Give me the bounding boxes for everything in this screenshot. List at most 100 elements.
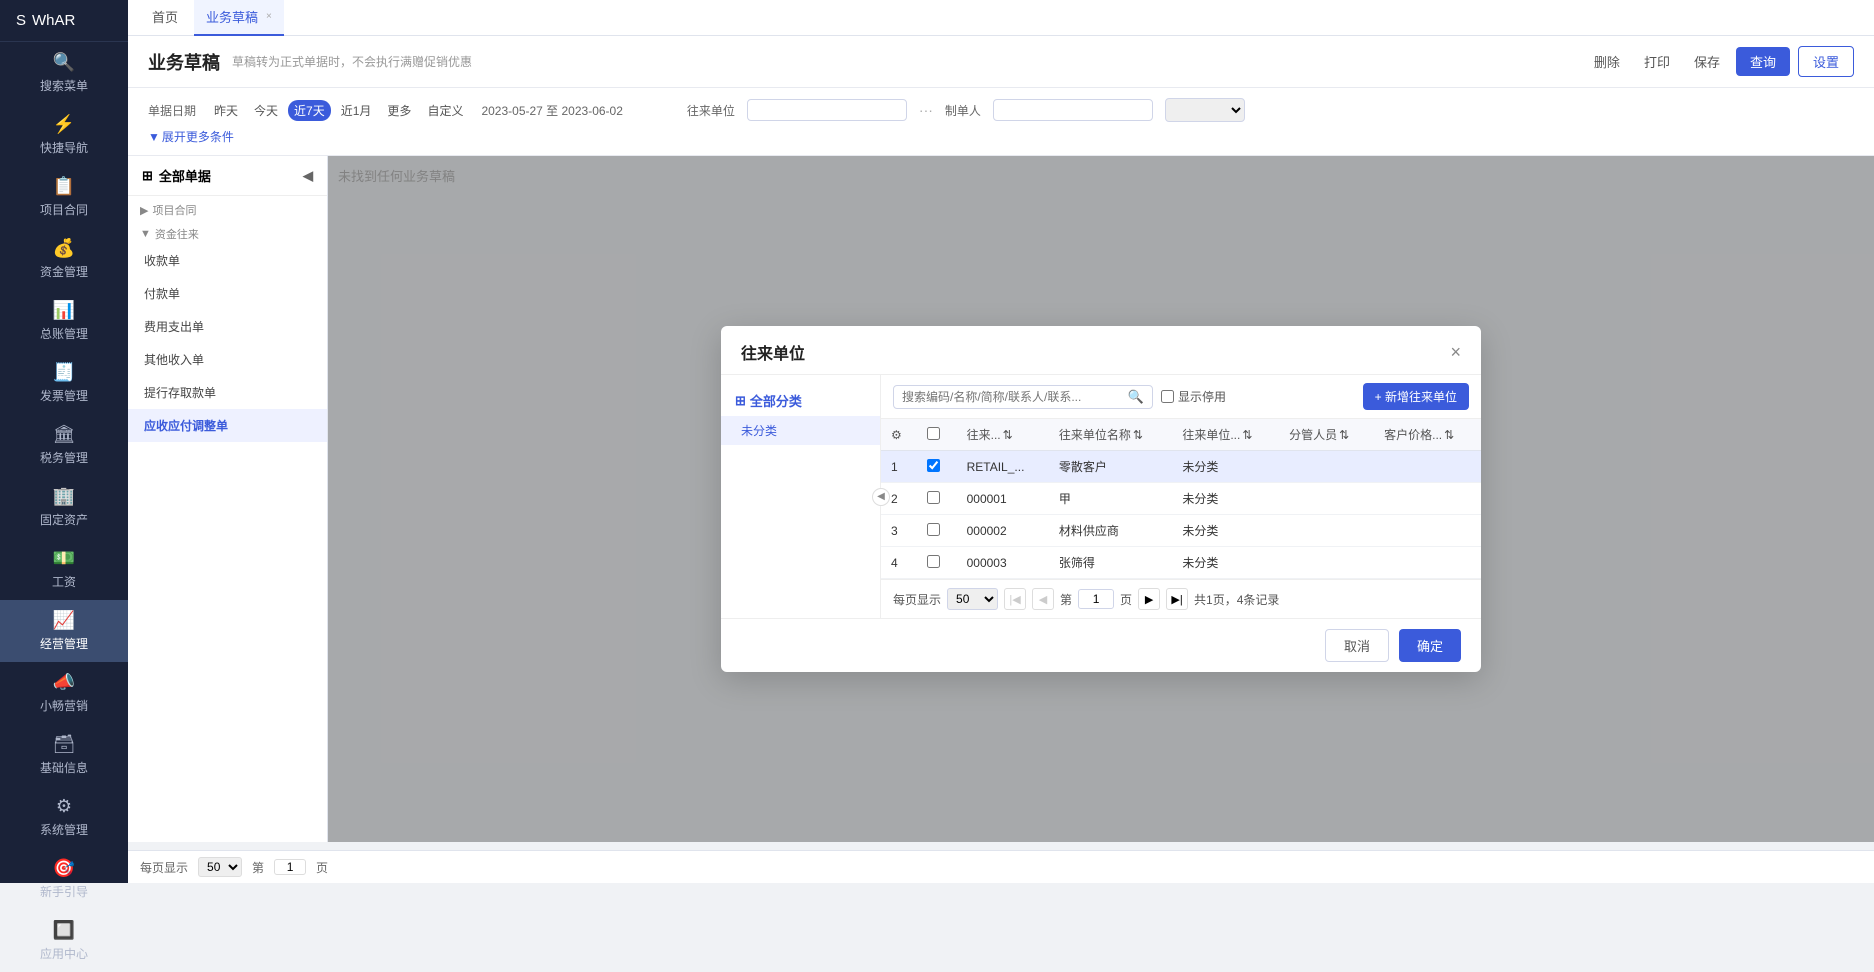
sidebar-item-search[interactable]: 🔍搜索菜单: [0, 42, 128, 104]
col-settings[interactable]: ⚙: [881, 419, 917, 451]
table-row[interactable]: 2 000001 甲 未分类: [881, 483, 1481, 515]
table-row[interactable]: 3 000002 材料供应商 未分类: [881, 515, 1481, 547]
sort-icon-name: ⇅: [1133, 428, 1143, 442]
tab-home[interactable]: 首页: [140, 0, 190, 36]
add-partner-button[interactable]: + 新增往来单位: [1363, 383, 1469, 410]
app-logo: S WhAR: [0, 0, 128, 42]
row-checkbox[interactable]: [917, 547, 956, 579]
row-select-checkbox[interactable]: [927, 555, 940, 568]
nav-item-receipt[interactable]: 收款单: [128, 244, 327, 277]
sort-icon-mgr: ⇅: [1339, 428, 1349, 442]
query-button[interactable]: 查询: [1736, 47, 1790, 76]
sidebar-label-basic: 基础信息: [40, 759, 88, 776]
save-button[interactable]: 保存: [1686, 48, 1728, 75]
table-row[interactable]: 4 000003 张筛得 未分类: [881, 547, 1481, 579]
nav-section-project[interactable]: ▶ 项目合同: [128, 196, 327, 220]
category-item-uncategorized[interactable]: 未分类: [721, 416, 880, 445]
app-title: WhAR: [32, 12, 75, 29]
sidebar-item-quick-nav[interactable]: ⚡快捷导航: [0, 104, 128, 166]
nav-item-income[interactable]: 其他收入单: [128, 343, 327, 376]
sidebar-item-account[interactable]: 📊总账管理: [0, 290, 128, 352]
creator-filter-label: 制单人: [945, 102, 981, 119]
partner-search-input[interactable]: [902, 390, 1124, 404]
sidebar-item-invoice[interactable]: 🧾发票管理: [0, 352, 128, 414]
date-btn-近1月[interactable]: 近1月: [335, 100, 378, 121]
row-category: 未分类: [1172, 547, 1279, 579]
last-page-button[interactable]: ▶|: [1166, 588, 1188, 610]
sidebar-item-basic[interactable]: 🗃基础信息: [0, 724, 128, 786]
collapse-category-button[interactable]: ◀: [872, 488, 890, 506]
sidebar-item-marketing[interactable]: 📣小畅营销: [0, 662, 128, 724]
next-page-button[interactable]: ▶: [1138, 588, 1160, 610]
bottom-per-page-select[interactable]: 50: [198, 857, 242, 877]
sidebar-item-guide[interactable]: 🎯新手引导: [0, 848, 128, 910]
sidebar-item-system[interactable]: ⚙系统管理: [0, 786, 128, 848]
date-btn-自定义[interactable]: 自定义: [421, 100, 469, 121]
all-category-item[interactable]: ⊞ 全部分类: [721, 385, 880, 416]
guide-icon: 🎯: [53, 858, 75, 879]
panel-toggle-icon[interactable]: ◀: [303, 168, 313, 184]
row-select-checkbox[interactable]: [927, 459, 940, 472]
ops-icon: 📈: [53, 610, 75, 631]
bottom-page-input[interactable]: [274, 859, 306, 875]
horizontal-scrollbar[interactable]: [128, 842, 1874, 850]
show-disabled-label[interactable]: 显示停用: [1161, 388, 1226, 405]
date-btn-昨天[interactable]: 昨天: [208, 100, 244, 121]
creator-select[interactable]: [1165, 98, 1245, 122]
sidebar-item-project[interactable]: 📋项目合同: [0, 166, 128, 228]
per-page-select[interactable]: 50 100: [947, 588, 998, 610]
print-button[interactable]: 打印: [1636, 48, 1678, 75]
nav-item-adjust[interactable]: 应收应付调整单: [128, 409, 327, 442]
nav-item-bank[interactable]: 提行存取款单: [128, 376, 327, 409]
row-code: 000001: [957, 483, 1049, 515]
modal-overlay: 往来单位 × ⊞ 全部分类 未分类 ◀: [328, 156, 1874, 842]
chevron-down-icon: ▼: [148, 130, 160, 144]
col-name[interactable]: 往来单位名称 ⇅: [1049, 419, 1172, 451]
nav-section-finance[interactable]: ▼ 资金往来: [128, 220, 327, 244]
first-page-button[interactable]: |◀: [1004, 588, 1026, 610]
col-checkbox[interactable]: [917, 419, 956, 451]
cancel-button[interactable]: 取消: [1325, 629, 1389, 662]
sidebar-item-apps[interactable]: 🔲应用中心: [0, 910, 128, 972]
partner-input[interactable]: [747, 99, 907, 121]
bottom-page-info: 第: [252, 859, 264, 876]
delete-button[interactable]: 删除: [1586, 48, 1628, 75]
tab-draft[interactable]: 业务草稿 ×: [194, 0, 284, 36]
table-row[interactable]: 1 RETAIL_... 零散客户 未分类: [881, 451, 1481, 483]
creator-input[interactable]: [993, 99, 1153, 121]
row-select-checkbox[interactable]: [927, 491, 940, 504]
dialog-toolbar: 🔍 显示停用 + 新增往来单位: [881, 375, 1481, 419]
col-category[interactable]: 往来单位... ⇅: [1172, 419, 1279, 451]
sidebar-label-tax: 税务管理: [40, 449, 88, 466]
confirm-button[interactable]: 确定: [1399, 629, 1461, 662]
sidebar-item-tax[interactable]: 🏛税务管理: [0, 414, 128, 476]
page-number-input[interactable]: 1: [1078, 589, 1114, 609]
row-checkbox[interactable]: [917, 515, 956, 547]
show-disabled-checkbox[interactable]: [1161, 390, 1174, 403]
sidebar-item-salary[interactable]: 💵工资: [0, 538, 128, 600]
date-btn-更多[interactable]: 更多: [381, 100, 417, 121]
nav-item-payment[interactable]: 付款单: [128, 277, 327, 310]
settings-button[interactable]: 设置: [1798, 46, 1854, 77]
col-manager[interactable]: 分管人员 ⇅: [1279, 419, 1374, 451]
expand-btn[interactable]: ▼ 展开更多条件: [148, 128, 1854, 145]
dialog-close-button[interactable]: ×: [1450, 342, 1461, 363]
tab-close-draft[interactable]: ×: [266, 11, 272, 22]
search-icon: 🔍: [53, 52, 75, 73]
date-btn-今天[interactable]: 今天: [248, 100, 284, 121]
row-select-checkbox[interactable]: [927, 523, 940, 536]
col-code[interactable]: 往来... ⇅: [957, 419, 1049, 451]
sidebar-item-finance[interactable]: 💰资金管理: [0, 228, 128, 290]
sidebar-item-assets[interactable]: 🏢固定资产: [0, 476, 128, 538]
sidebar-label-ops: 经营管理: [40, 635, 88, 652]
row-checkbox[interactable]: [917, 483, 956, 515]
prev-page-button[interactable]: ◀: [1032, 588, 1054, 610]
right-area: 未找到任何业务草稿 往来单位 × ⊞: [328, 156, 1874, 842]
tab-label-draft: 业务草稿: [206, 7, 258, 26]
date-btn-近7天[interactable]: 近7天: [288, 100, 331, 121]
nav-item-expense[interactable]: 费用支出单: [128, 310, 327, 343]
col-price[interactable]: 客户价格... ⇅: [1374, 419, 1481, 451]
row-checkbox[interactable]: [917, 451, 956, 483]
sidebar-item-ops[interactable]: 📈 经营管理: [0, 600, 128, 662]
select-all-checkbox[interactable]: [927, 427, 940, 440]
